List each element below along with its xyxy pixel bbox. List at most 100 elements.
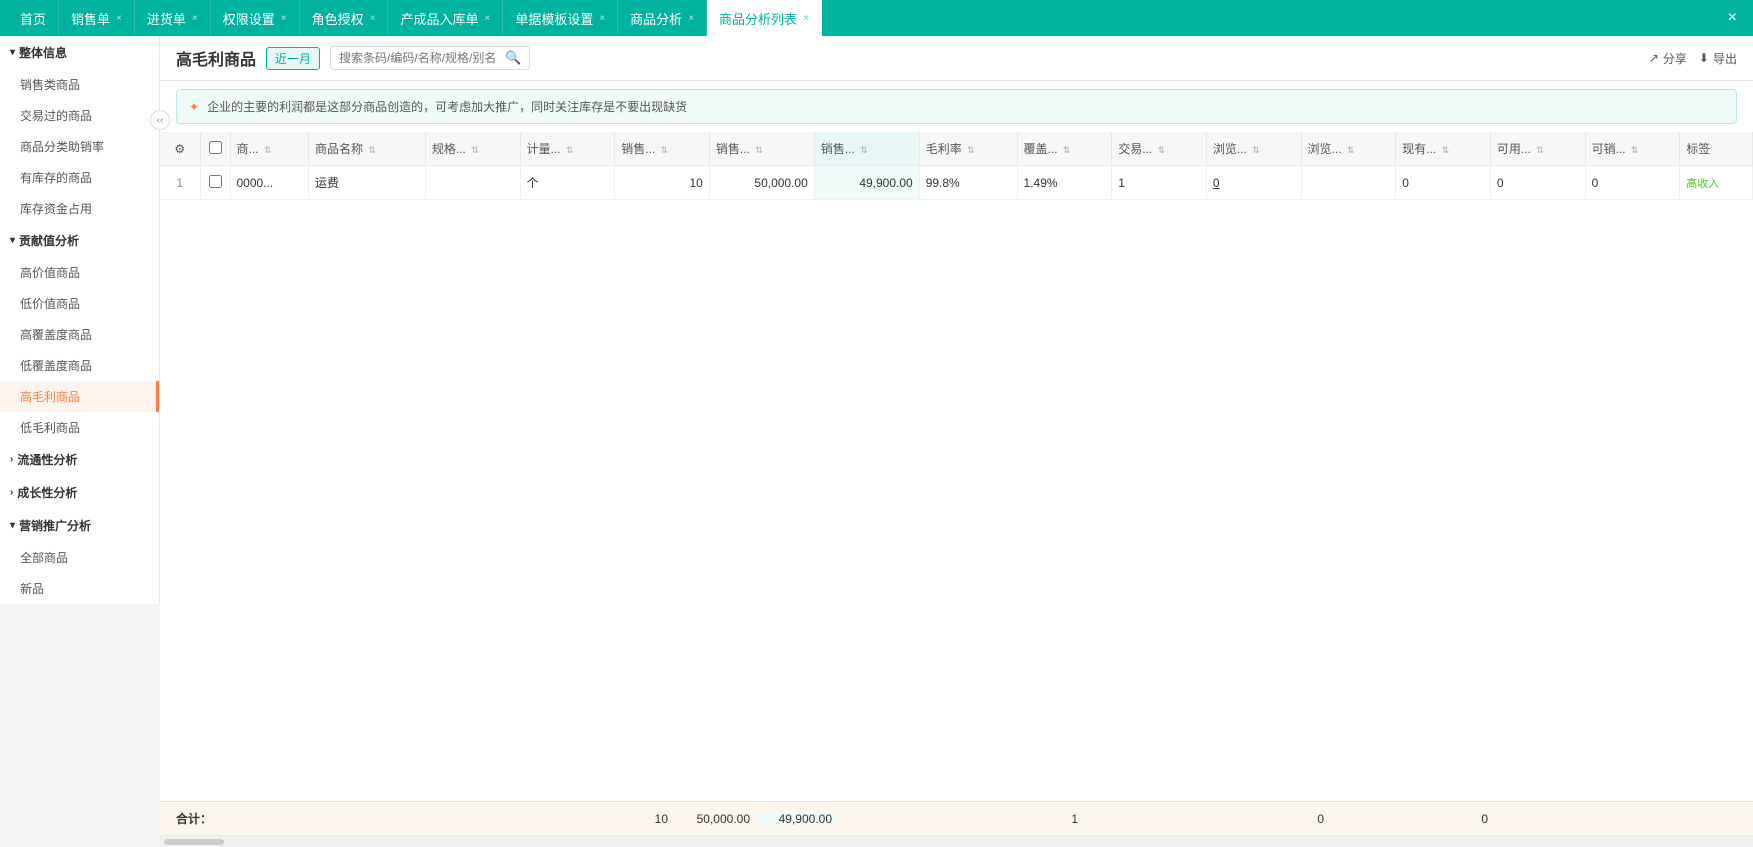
sidebar-item-traded-goods[interactable]: 交易过的商品 xyxy=(0,100,159,131)
row-code: 0000... xyxy=(230,166,309,200)
close-goods-analysis-list[interactable]: × xyxy=(803,13,809,24)
table-header-row: ⚙ 商... ⇅ 商品名称 ⇅ 规格... xyxy=(160,132,1753,166)
sidebar-group-overall[interactable]: ▾ 整体信息 xyxy=(0,36,159,69)
search-wrapper: 🔍 xyxy=(330,46,530,70)
sidebar-item-high-value[interactable]: 高价值商品 xyxy=(0,257,159,288)
close-finished-goods[interactable]: × xyxy=(484,13,490,24)
sidebar-item-in-stock[interactable]: 有库存的商品 xyxy=(0,162,159,193)
sidebar-item-new-goods[interactable]: 新品 xyxy=(0,573,159,604)
sort-icon-saleable[interactable]: ⇅ xyxy=(1631,145,1639,155)
row-unit: 个 xyxy=(520,166,615,200)
close-all-tabs[interactable]: × xyxy=(1720,9,1745,27)
sort-icon-coverage[interactable]: ⇅ xyxy=(1063,145,1071,155)
sort-icon-available[interactable]: ⇅ xyxy=(1536,145,1544,155)
sidebar-item-stock-capital[interactable]: 库存资金占用 xyxy=(0,193,159,224)
close-permission[interactable]: × xyxy=(281,13,287,24)
share-icon: ↗ xyxy=(1649,51,1659,65)
select-all-checkbox[interactable] xyxy=(209,141,222,154)
row-transactions: 1 xyxy=(1112,166,1207,200)
nav-goods-analysis-list[interactable]: 商品分析列表 × xyxy=(707,0,822,36)
col-sales-amt1: 销售... ⇅ xyxy=(709,132,814,166)
row-sales-amt1: 50,000.00 xyxy=(709,166,814,200)
scrollbar-thumb[interactable] xyxy=(164,839,224,845)
sort-icon-stock[interactable]: ⇅ xyxy=(1442,145,1450,155)
sidebar-item-sales-goods[interactable]: 销售类商品 xyxy=(0,69,159,100)
top-navigation: 首页 销售单 × 进货单 × 权限设置 × 角色授权 × 产成品入库单 × 单据… xyxy=(0,0,1753,36)
sort-icon-gross-rate[interactable]: ⇅ xyxy=(967,145,975,155)
sort-icon-views1[interactable]: ⇅ xyxy=(1252,145,1260,155)
col-sales-qty: 销售... ⇅ xyxy=(615,132,710,166)
col-coverage: 覆盖... ⇅ xyxy=(1017,132,1112,166)
col-checkbox[interactable] xyxy=(200,132,230,166)
sidebar-item-high-margin[interactable]: 高毛利商品 xyxy=(0,381,159,412)
sort-icon-views2[interactable]: ⇅ xyxy=(1347,145,1355,155)
close-goods-analysis[interactable]: × xyxy=(688,13,694,24)
period-button[interactable]: 近一月 xyxy=(266,47,320,70)
sidebar-item-high-coverage[interactable]: 高覆盖度商品 xyxy=(0,319,159,350)
content-area: 高毛利商品 近一月 🔍 ↗ 分享 ⬇ 导出 ✦ 企业的主要的利润都是这部分商品创… xyxy=(160,36,1753,847)
row-views1[interactable]: 0 xyxy=(1206,166,1301,200)
table-row: 1 0000... 运费 个 10 50,000.00 49,900.00 99… xyxy=(160,166,1753,200)
horizontal-scrollbar[interactable] xyxy=(160,835,1753,847)
sidebar-group-contribution[interactable]: ▾ 贡献值分析 xyxy=(0,224,159,257)
nav-home[interactable]: 首页 xyxy=(8,0,59,36)
sort-icon-name[interactable]: ⇅ xyxy=(368,145,376,155)
arrow-marketing: ▾ xyxy=(10,520,15,531)
row-spec xyxy=(425,166,520,200)
col-settings[interactable]: ⚙ xyxy=(160,132,200,166)
sidebar-group-liquidity[interactable]: › 流通性分析 xyxy=(0,443,159,476)
info-bar: ✦ 企业的主要的利润都是这部分商品创造的，可考虑加大推广，同时关注库存是不要出现… xyxy=(176,89,1737,124)
search-input[interactable] xyxy=(339,51,499,65)
table-wrap: ⚙ 商... ⇅ 商品名称 ⇅ 规格... xyxy=(160,132,1753,801)
col-tag: 标签 xyxy=(1680,132,1753,166)
arrow-contribution: ▾ xyxy=(10,235,15,246)
footer-sales-amt1: 50,000.00 xyxy=(676,812,756,826)
sort-icon-code[interactable]: ⇅ xyxy=(264,145,272,155)
sidebar-item-category-rate[interactable]: 商品分类助销率 xyxy=(0,131,159,162)
footer-stock: 0 xyxy=(1250,812,1330,826)
sidebar-group-marketing[interactable]: ▾ 营销推广分析 xyxy=(0,509,159,542)
sidebar-item-all-goods[interactable]: 全部商品 xyxy=(0,542,159,573)
sort-icon-sales-amt1[interactable]: ⇅ xyxy=(755,145,763,155)
footer-sales-amt2: 49,900.00 xyxy=(758,812,838,826)
row-tag: 高收入 xyxy=(1680,166,1753,200)
sidebar-item-low-margin[interactable]: 低毛利商品 xyxy=(0,412,159,443)
nav-template-settings[interactable]: 单据模板设置 × xyxy=(503,0,618,36)
row-saleable: 0 xyxy=(1585,166,1680,200)
close-role-auth[interactable]: × xyxy=(370,13,376,24)
col-stock: 现有... ⇅ xyxy=(1396,132,1491,166)
row-sales-amt2: 49,900.00 xyxy=(814,166,919,200)
nav-purchase-order[interactable]: 进货单 × xyxy=(135,0,211,36)
row-select-checkbox[interactable] xyxy=(209,175,222,188)
col-views2: 浏览... ⇅ xyxy=(1301,132,1396,166)
arrow-growth: › xyxy=(10,487,13,498)
share-button[interactable]: ↗ 分享 xyxy=(1649,50,1687,67)
close-sales-order[interactable]: × xyxy=(116,13,122,24)
col-name: 商品名称 ⇅ xyxy=(309,132,426,166)
footer-sales-qty: 10 xyxy=(594,812,674,826)
col-spec: 规格... ⇅ xyxy=(425,132,520,166)
nav-role-auth[interactable]: 角色授权 × xyxy=(300,0,389,36)
row-stock: 0 xyxy=(1396,166,1491,200)
row-coverage: 1.49% xyxy=(1017,166,1112,200)
content-header: 高毛利商品 近一月 🔍 ↗ 分享 ⬇ 导出 xyxy=(160,36,1753,81)
sidebar-item-low-coverage[interactable]: 低覆盖度商品 xyxy=(0,350,159,381)
sort-icon-unit[interactable]: ⇅ xyxy=(566,145,574,155)
nav-goods-analysis[interactable]: 商品分析 × xyxy=(618,0,707,36)
sidebar-item-low-value[interactable]: 低价值商品 xyxy=(0,288,159,319)
sort-icon-sales-amt2[interactable]: ⇅ xyxy=(860,145,868,155)
nav-finished-goods[interactable]: 产成品入库单 × xyxy=(388,0,503,36)
export-button[interactable]: ⬇ 导出 xyxy=(1699,50,1737,67)
nav-sales-order[interactable]: 销售单 × xyxy=(59,0,135,36)
close-template[interactable]: × xyxy=(599,13,605,24)
close-purchase-order[interactable]: × xyxy=(192,13,198,24)
page-title: 高毛利商品 xyxy=(176,46,256,70)
sort-icon-transactions[interactable]: ⇅ xyxy=(1158,145,1166,155)
sort-icon-sales-qty[interactable]: ⇅ xyxy=(661,145,669,155)
sidebar-group-growth[interactable]: › 成长性分析 xyxy=(0,476,159,509)
main-table: ⚙ 商... ⇅ 商品名称 ⇅ 规格... xyxy=(160,132,1753,200)
sort-icon-spec[interactable]: ⇅ xyxy=(471,145,479,155)
sidebar-collapse-btn[interactable]: ‹‹ xyxy=(150,110,170,130)
row-checkbox[interactable] xyxy=(200,166,230,200)
nav-permission-settings[interactable]: 权限设置 × xyxy=(211,0,300,36)
